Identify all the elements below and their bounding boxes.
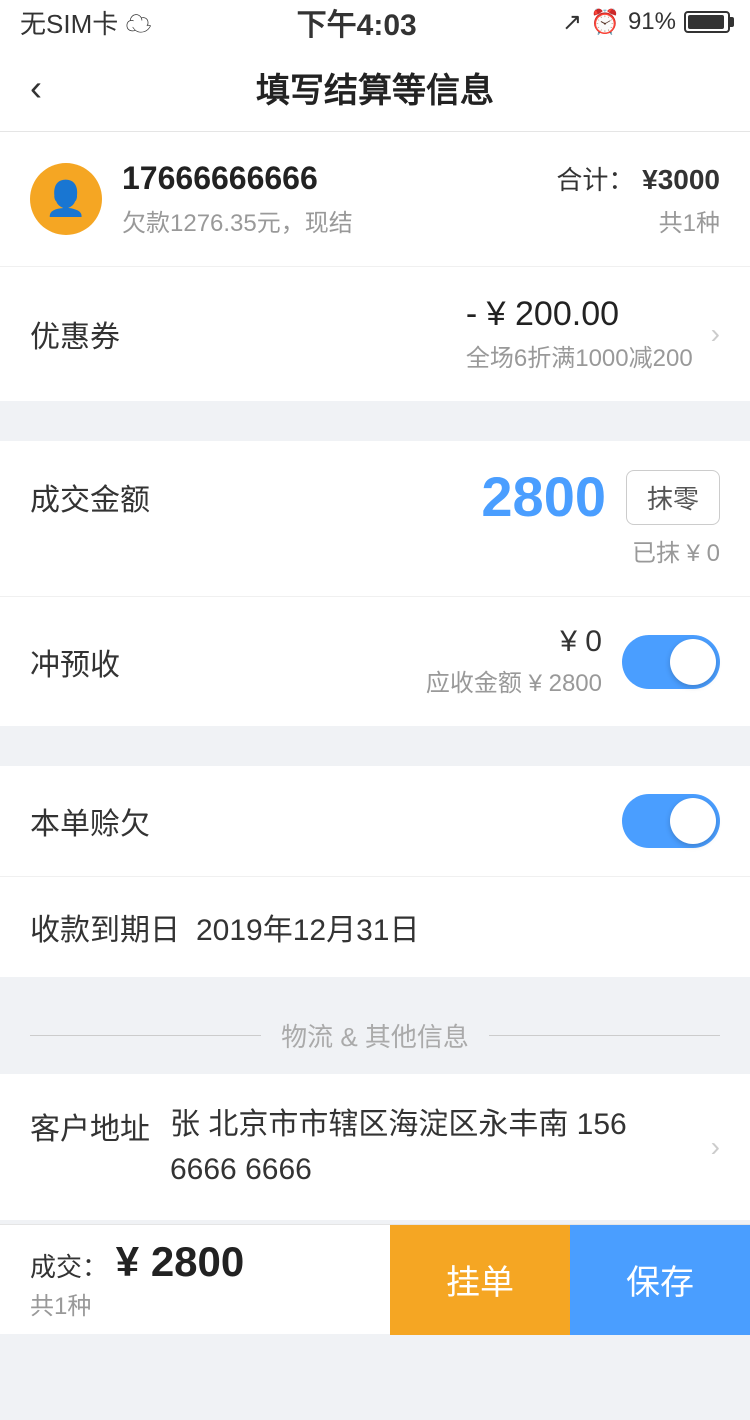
customer-row: 👤 17666666666 欠款1276.35元，现结 合计： ¥3000 共1…: [0, 132, 750, 266]
coupon-right: - ¥ 200.00 全场6折满1000减200 ›: [466, 295, 720, 373]
amount-right: 2800 抹零: [481, 469, 720, 525]
alarm-icon: ⏰: [590, 8, 620, 37]
customer-card: 👤 17666666666 欠款1276.35元，现结 合计： ¥3000 共1…: [0, 132, 750, 401]
divider-2: [0, 746, 750, 766]
battery-text: 91%: [628, 8, 676, 36]
status-bar: 无SIM卡 ☁ 下午4:03 ↗ ⏰ 91%: [0, 0, 750, 44]
debt-toggle[interactable]: [622, 794, 720, 848]
hang-button[interactable]: 挂单: [390, 1225, 570, 1335]
address-chevron: ›: [711, 1131, 720, 1163]
bottom-deal-row: 成交： ¥ 2800: [30, 1238, 360, 1286]
already-rounded: 已抹 ¥ 0: [30, 533, 720, 568]
status-time: 下午4:03: [297, 0, 417, 44]
duedate-value: 2019年12月31日: [196, 905, 419, 949]
back-button[interactable]: ‹: [30, 67, 42, 109]
logistics-line-right: [489, 1035, 720, 1036]
debt-label: 本单赊欠: [30, 799, 150, 843]
bottom-summary: 成交： ¥ 2800 共1种: [0, 1238, 390, 1321]
address-section[interactable]: 客户地址 张 北京市市辖区海淀区永丰南 156 6666 6666 ›: [0, 1074, 750, 1220]
coupon-label: 优惠券: [30, 312, 120, 356]
customer-phone: 17666666666: [122, 160, 353, 197]
avatar-icon: 👤: [45, 179, 87, 219]
total-value: ¥3000: [642, 164, 720, 195]
divider-1: [0, 421, 750, 441]
coupon-info: - ¥ 200.00 全场6折满1000减200: [466, 295, 693, 373]
total-label: 合计：: [556, 165, 634, 195]
customer-debt: 欠款1276.35元，现结: [122, 203, 353, 238]
debt-section: 本单赊欠: [0, 766, 750, 876]
nav-bar: ‹ 填写结算等信息: [0, 44, 750, 132]
coupon-amount: - ¥ 200.00: [466, 295, 693, 334]
summary-deal-amount: ¥ 2800: [116, 1238, 244, 1285]
customer-left: 👤 17666666666 欠款1276.35元，现结: [30, 160, 353, 238]
precollect-label: 冲预收: [30, 640, 120, 684]
receivable-amount: 应收金额 ¥ 2800: [426, 663, 602, 698]
customer-count: 共1种: [556, 203, 720, 238]
status-left: 无SIM卡 ☁: [20, 4, 151, 41]
logistics-label: 物流 & 其他信息: [281, 1017, 469, 1054]
address-value: 张 北京市市辖区海淀区永丰南 156 6666 6666: [170, 1102, 691, 1192]
amount-label: 成交金额: [30, 475, 150, 519]
precollect-amount: ¥ 0 应收金额 ¥ 2800: [426, 625, 602, 698]
bottom-bar: 成交： ¥ 2800 共1种 挂单 保存: [0, 1224, 750, 1334]
debt-toggle-thumb: [670, 798, 716, 844]
location-icon: ↗: [562, 8, 582, 37]
coupon-row[interactable]: 优惠券 - ¥ 200.00 全场6折满1000减200 ›: [0, 266, 750, 401]
precollect-section: 冲预收 ¥ 0 应收金额 ¥ 2800: [0, 596, 750, 726]
precollect-row: 冲预收 ¥ 0 应收金额 ¥ 2800: [30, 625, 720, 698]
coupon-chevron: ›: [711, 318, 720, 350]
duedate-section: 收款到期日 2019年12月31日: [0, 876, 750, 977]
debt-card: 本单赊欠 收款到期日 2019年12月31日: [0, 766, 750, 977]
amount-value: 2800: [481, 469, 606, 525]
logistics-line-left: [30, 1035, 261, 1036]
save-button[interactable]: 保存: [570, 1225, 750, 1335]
summary-deal-label: 成交：: [30, 1252, 108, 1282]
customer-right: 合计： ¥3000 共1种: [556, 160, 720, 238]
address-card: 客户地址 张 北京市市辖区海淀区永丰南 156 6666 6666 ›: [0, 1074, 750, 1220]
precollect-right: ¥ 0 应收金额 ¥ 2800: [426, 625, 720, 698]
page-title: 填写结算等信息: [256, 63, 494, 112]
coupon-desc: 全场6折满1000减200: [466, 338, 693, 373]
duedate-label: 收款到期日: [30, 905, 180, 949]
amount-row: 成交金额 2800 抹零: [30, 469, 720, 525]
sim-status: 无SIM卡 ☁: [20, 4, 151, 41]
battery-icon: [684, 11, 730, 33]
logistics-divider: 物流 & 其他信息: [0, 997, 750, 1074]
transaction-card: 成交金额 2800 抹零 已抹 ¥ 0 冲预收 ¥ 0 应收金额 ¥ 2800: [0, 441, 750, 726]
avatar: 👤: [30, 163, 102, 235]
precollect-value: ¥ 0: [426, 625, 602, 659]
total-line: 合计： ¥3000: [556, 160, 720, 197]
amount-section: 成交金额 2800 抹零 已抹 ¥ 0: [0, 441, 750, 596]
round-button[interactable]: 抹零: [626, 470, 720, 525]
customer-info: 17666666666 欠款1276.35元，现结: [122, 160, 353, 238]
status-right: ↗ ⏰ 91%: [562, 8, 730, 37]
precollect-toggle[interactable]: [622, 635, 720, 689]
toggle-thumb: [670, 639, 716, 685]
summary-count: 共1种: [30, 1286, 360, 1321]
address-label: 客户地址: [30, 1102, 150, 1148]
